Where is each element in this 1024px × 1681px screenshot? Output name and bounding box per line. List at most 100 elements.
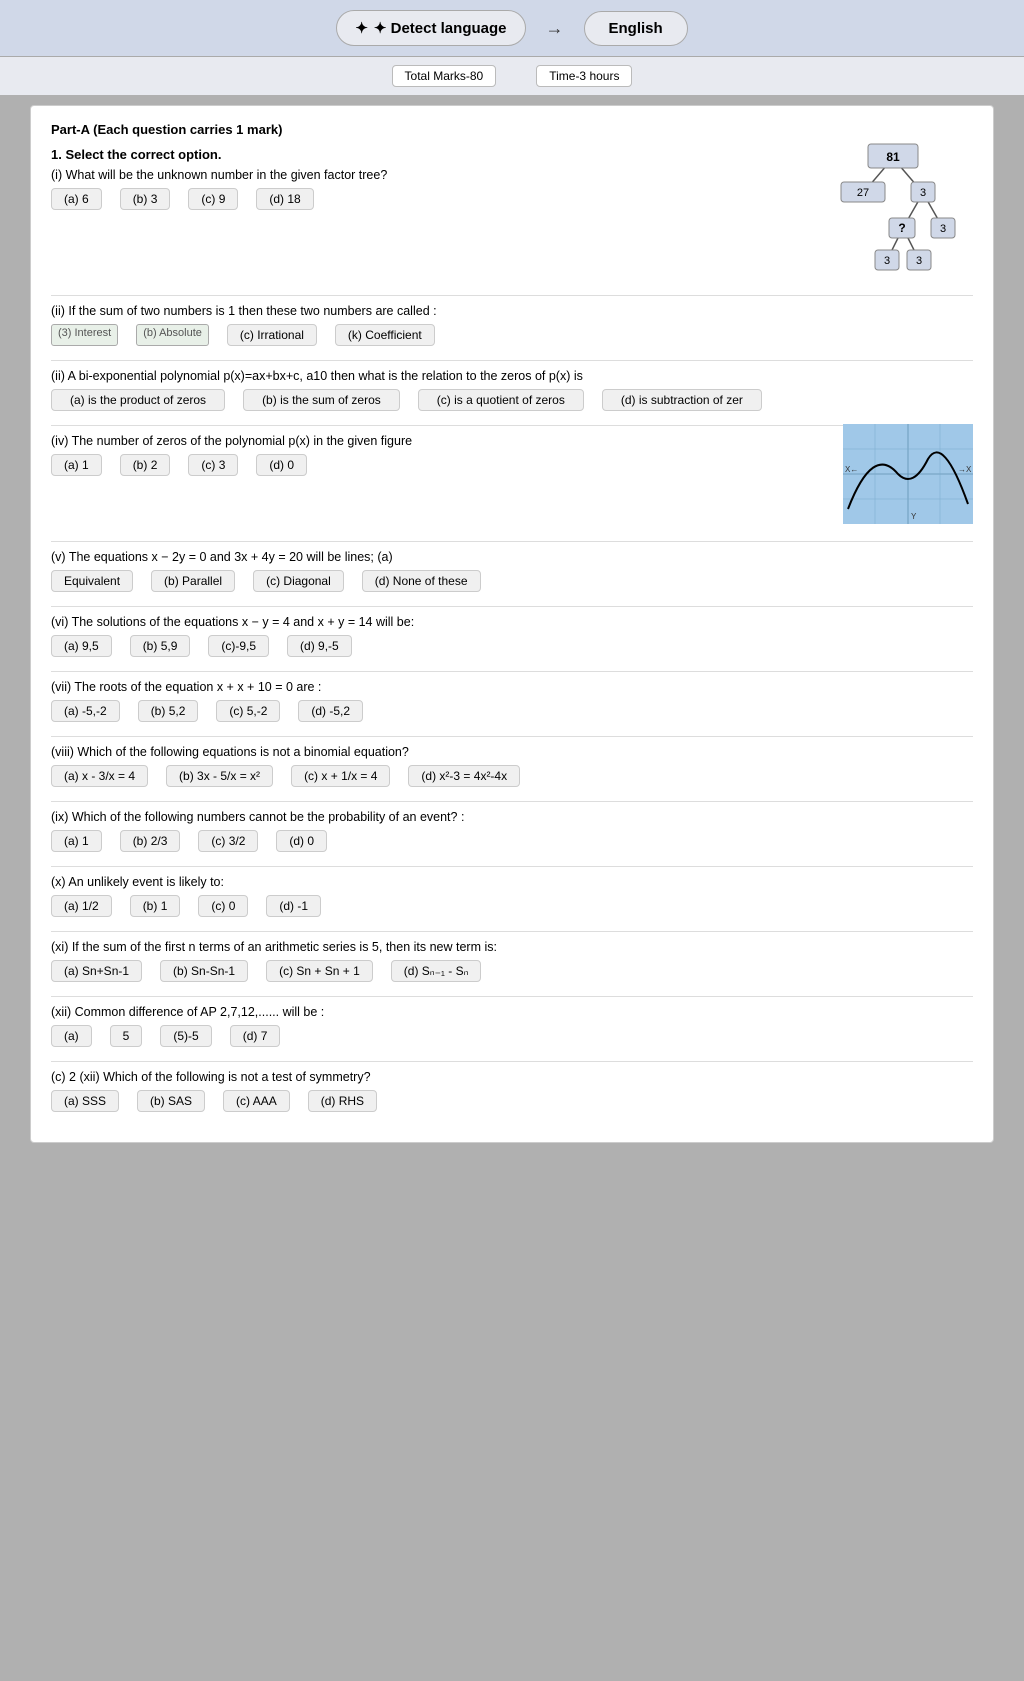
qiii-opt-a[interactable]: (a) is the product of zeros bbox=[51, 389, 225, 411]
qi-opt-c[interactable]: (c) 9 bbox=[188, 188, 238, 210]
qx-options: (a) 1/2 (b) 1 (c) 0 (d) -1 bbox=[51, 895, 973, 917]
english-button[interactable]: English bbox=[584, 11, 688, 46]
qviii-opt-a[interactable]: (a) x - 3/x = 4 bbox=[51, 765, 148, 787]
qxi-opt-a[interactable]: (a) Sn+Sn-1 bbox=[51, 960, 142, 982]
svg-text:X←: X← bbox=[845, 465, 858, 474]
qix-opt-b[interactable]: (b) 2/3 bbox=[120, 830, 181, 852]
meta-row: Total Marks-80 Time-3 hours bbox=[0, 57, 1024, 95]
qviii-opt-d[interactable]: (d) x²-3 = 4x²-4x bbox=[408, 765, 520, 787]
qxiii-opt-c[interactable]: (c) AAA bbox=[223, 1090, 290, 1112]
svg-text:?: ? bbox=[898, 221, 905, 235]
qviii-options: (a) x - 3/x = 4 (b) 3x - 5/x = x² (c) x … bbox=[51, 765, 973, 787]
qvi-opt-c[interactable]: (c)-9,5 bbox=[208, 635, 269, 657]
qv-opt-d[interactable]: (d) None of these bbox=[362, 570, 481, 592]
question-v: (v) The equations x − 2y = 0 and 3x + 4y… bbox=[51, 550, 973, 592]
qii-opt-c[interactable]: (c) Irrational bbox=[227, 324, 317, 346]
question-xii: (xii) Common difference of AP 2,7,12,...… bbox=[51, 1005, 973, 1047]
qx-opt-d[interactable]: (d) -1 bbox=[266, 895, 321, 917]
qvii-options: (a) -5,-2 (b) 5,2 (c) 5,-2 (d) -5,2 bbox=[51, 700, 973, 722]
qx-text: (x) An unlikely event is likely to: bbox=[51, 875, 973, 889]
qxiii-opt-a[interactable]: (a) SSS bbox=[51, 1090, 119, 1112]
qiv-opt-d[interactable]: (d) 0 bbox=[256, 454, 307, 476]
qix-opt-a[interactable]: (a) 1 bbox=[51, 830, 102, 852]
total-marks: Total Marks-80 bbox=[392, 65, 497, 87]
qv-options: Equivalent (b) Parallel (c) Diagonal (d)… bbox=[51, 570, 973, 592]
detect-icon: ✦ bbox=[355, 19, 368, 37]
qxi-opt-c[interactable]: (c) Sn + Sn + 1 bbox=[266, 960, 373, 982]
qxii-opt-b[interactable]: 5 bbox=[110, 1025, 143, 1047]
qiii-opt-c[interactable]: (c) is a quotient of zeros bbox=[418, 389, 584, 411]
qii-opt-a[interactable]: (3) Interest bbox=[51, 324, 118, 346]
qxi-options: (a) Sn+Sn-1 (b) Sn-Sn-1 (c) Sn + Sn + 1 … bbox=[51, 960, 973, 982]
qvii-opt-c[interactable]: (c) 5,-2 bbox=[216, 700, 280, 722]
qv-text: (v) The equations x − 2y = 0 and 3x + 4y… bbox=[51, 550, 973, 564]
qi-opt-b[interactable]: (b) 3 bbox=[120, 188, 171, 210]
qii-options: (3) Interest (b) Absolute (c) Irrational… bbox=[51, 324, 973, 346]
qiii-options: (a) is the product of zeros (b) is the s… bbox=[51, 389, 973, 411]
qviii-opt-c[interactable]: (c) x + 1/x = 4 bbox=[291, 765, 390, 787]
svg-text:81: 81 bbox=[886, 150, 900, 164]
detect-language-button[interactable]: ✦ ✦ Detect language bbox=[336, 10, 525, 46]
qxii-opt-a[interactable]: (a) bbox=[51, 1025, 92, 1047]
top-bar: ✦ ✦ Detect language → English bbox=[0, 0, 1024, 57]
qiv-opt-a[interactable]: (a) 1 bbox=[51, 454, 102, 476]
question-i: 81 3 27 3 ? 3 3 (i) Wh bbox=[51, 168, 973, 281]
content-area: Part-A (Each question carries 1 mark) 1.… bbox=[30, 105, 994, 1143]
qviii-opt-b[interactable]: (b) 3x - 5/x = x² bbox=[166, 765, 273, 787]
qiii-opt-d[interactable]: (d) is subtraction of zer bbox=[602, 389, 762, 411]
qxi-text: (xi) If the sum of the first n terms of … bbox=[51, 940, 973, 954]
qiii-text: (ii) A bi-exponential polynomial p(x)=ax… bbox=[51, 369, 973, 383]
qvi-text: (vi) The solutions of the equations x − … bbox=[51, 615, 973, 629]
qxiii-opt-b[interactable]: (b) SAS bbox=[137, 1090, 205, 1112]
qvi-opt-b[interactable]: (b) 5,9 bbox=[130, 635, 191, 657]
question-x: (x) An unlikely event is likely to: (a) … bbox=[51, 875, 973, 917]
question-vii: (vii) The roots of the equation x + x + … bbox=[51, 680, 973, 722]
question-viii: (viii) Which of the following equations … bbox=[51, 745, 973, 787]
qii-opt-b[interactable]: (b) Absolute bbox=[136, 324, 209, 346]
qvii-opt-a[interactable]: (a) -5,-2 bbox=[51, 700, 120, 722]
question-iv: X← →X Y (iv) The number of zeros of the … bbox=[51, 434, 973, 527]
qx-opt-b[interactable]: (b) 1 bbox=[130, 895, 181, 917]
qix-opt-d[interactable]: (d) 0 bbox=[276, 830, 327, 852]
svg-text:Y: Y bbox=[911, 512, 917, 521]
qv-opt-c[interactable]: (c) Diagonal bbox=[253, 570, 344, 592]
qii-text: (ii) If the sum of two numbers is 1 then… bbox=[51, 304, 973, 318]
qvi-opt-d[interactable]: (d) 9,-5 bbox=[287, 635, 352, 657]
qiv-text: (iv) The number of zeros of the polynomi… bbox=[51, 434, 973, 448]
qxiii-options: (a) SSS (b) SAS (c) AAA (d) RHS bbox=[51, 1090, 973, 1112]
svg-text:3: 3 bbox=[916, 255, 922, 267]
qx-opt-a[interactable]: (a) 1/2 bbox=[51, 895, 112, 917]
time: Time-3 hours bbox=[536, 65, 632, 87]
svg-text:3: 3 bbox=[884, 255, 890, 267]
qxiii-text: (c) 2 (xii) Which of the following is no… bbox=[51, 1070, 973, 1084]
qvii-opt-b[interactable]: (b) 5,2 bbox=[138, 700, 199, 722]
qi-opt-a[interactable]: (a) 6 bbox=[51, 188, 102, 210]
qxii-options: (a) 5 (5)-5 (d) 7 bbox=[51, 1025, 973, 1047]
qxii-text: (xii) Common difference of AP 2,7,12,...… bbox=[51, 1005, 973, 1019]
detect-label: ✦ Detect language bbox=[374, 19, 507, 37]
qxi-opt-b[interactable]: (b) Sn-Sn-1 bbox=[160, 960, 248, 982]
qxiii-opt-d[interactable]: (d) RHS bbox=[308, 1090, 377, 1112]
qvi-options: (a) 9,5 (b) 5,9 (c)-9,5 (d) 9,-5 bbox=[51, 635, 973, 657]
qiii-opt-b[interactable]: (b) is the sum of zeros bbox=[243, 389, 400, 411]
qiv-opt-b[interactable]: (b) 2 bbox=[120, 454, 171, 476]
qii-opt-d[interactable]: (k) Coefficient bbox=[335, 324, 435, 346]
svg-text:→X: →X bbox=[958, 465, 972, 474]
qv-opt-a[interactable]: Equivalent bbox=[51, 570, 133, 592]
question-vi: (vi) The solutions of the equations x − … bbox=[51, 615, 973, 657]
qxi-opt-d[interactable]: (d) Sₙ₋₁ - Sₙ bbox=[391, 960, 482, 982]
qvi-opt-a[interactable]: (a) 9,5 bbox=[51, 635, 112, 657]
question-iii: (ii) A bi-exponential polynomial p(x)=ax… bbox=[51, 369, 973, 411]
svg-text:3: 3 bbox=[940, 223, 946, 235]
qv-opt-b[interactable]: (b) Parallel bbox=[151, 570, 235, 592]
qvii-opt-d[interactable]: (d) -5,2 bbox=[298, 700, 363, 722]
qxii-opt-c[interactable]: (5)-5 bbox=[160, 1025, 211, 1047]
question-ix: (ix) Which of the following numbers cann… bbox=[51, 810, 973, 852]
qx-opt-c[interactable]: (c) 0 bbox=[198, 895, 248, 917]
qix-options: (a) 1 (b) 2/3 (c) 3/2 (d) 0 bbox=[51, 830, 973, 852]
part-a-title: Part-A (Each question carries 1 mark) bbox=[51, 122, 973, 137]
qiv-opt-c[interactable]: (c) 3 bbox=[188, 454, 238, 476]
qi-opt-d[interactable]: (d) 18 bbox=[256, 188, 313, 210]
qxii-opt-d[interactable]: (d) 7 bbox=[230, 1025, 281, 1047]
qix-opt-c[interactable]: (c) 3/2 bbox=[198, 830, 258, 852]
